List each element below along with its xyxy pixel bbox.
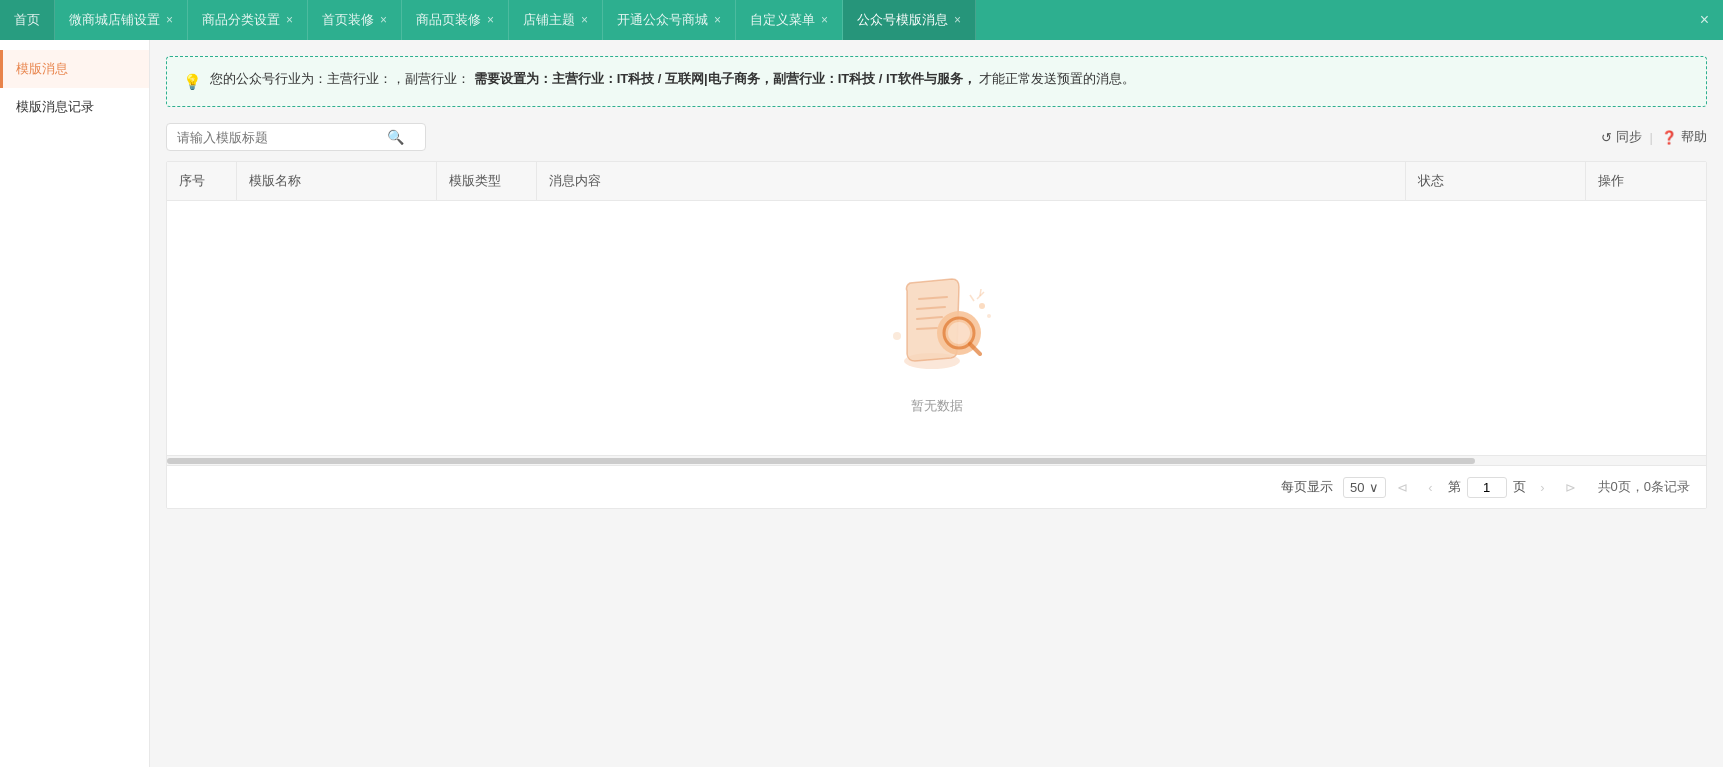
search-icon[interactable]: 🔍 xyxy=(387,129,404,145)
nav-tab-product-category-close[interactable]: × xyxy=(286,14,293,26)
page-label-before: 第 xyxy=(1448,478,1461,496)
th-content: 消息内容 xyxy=(537,162,1406,200)
page-size-select[interactable]: 50 ∨ xyxy=(1343,477,1385,498)
nav-tab-homepage-decor-label: 首页装修 xyxy=(322,11,374,29)
svg-point-10 xyxy=(987,314,991,318)
nav-tab-custom-menu-label: 自定义菜单 xyxy=(750,11,815,29)
nav-tab-open-mall-label: 开通公众号商城 xyxy=(617,11,708,29)
main-layout: 模版消息 模版消息记录 💡 您的公众号行业为：主营行业：，副营行业： 需要设置为… xyxy=(0,40,1723,767)
page-size-value: 50 xyxy=(1350,480,1364,495)
page-prev-button[interactable]: ‹ xyxy=(1420,476,1442,498)
page-label-after: 页 xyxy=(1513,478,1526,496)
nav-tab-home[interactable]: 首页 xyxy=(0,0,55,40)
page-last-button[interactable]: ⊳ xyxy=(1560,476,1582,498)
th-type: 模版类型 xyxy=(437,162,537,200)
help-button[interactable]: ❓ 帮助 xyxy=(1661,128,1707,146)
pagination: 每页显示 50 ∨ ⊲ ‹ 第 页 › ⊳ 共0页，0条记录 xyxy=(167,465,1706,508)
empty-icon xyxy=(877,261,997,381)
page-input-group: 第 页 xyxy=(1448,477,1526,498)
nav-tab-product-decor-label: 商品页装修 xyxy=(416,11,481,29)
alert-suffix: 才能正常发送预置的消息。 xyxy=(979,71,1135,86)
sidebar-item-template-msg-records[interactable]: 模版消息记录 xyxy=(0,88,149,126)
nav-tab-home-label: 首页 xyxy=(14,11,40,29)
alert-prefix: 您的公众号行业为：主营行业：，副营行业： xyxy=(210,71,470,86)
search-input-wrap: 🔍 xyxy=(166,123,426,151)
svg-line-14 xyxy=(970,295,974,301)
page-first-button[interactable]: ⊲ xyxy=(1392,476,1414,498)
sync-button[interactable]: ↺ 同步 xyxy=(1601,128,1642,146)
svg-point-11 xyxy=(893,332,901,340)
nav-tab-product-category[interactable]: 商品分类设置 × xyxy=(188,0,308,40)
th-action: 操作 xyxy=(1586,162,1706,200)
sidebar-item-template-msg[interactable]: 模版消息 xyxy=(0,50,149,88)
search-input[interactable] xyxy=(177,130,387,145)
empty-text: 暂无数据 xyxy=(911,397,963,415)
search-bar: 🔍 ↺ 同步 | ❓ 帮助 xyxy=(166,123,1707,151)
sidebar-item-template-msg-label: 模版消息 xyxy=(16,61,68,76)
nav-tab-wshop-close[interactable]: × xyxy=(166,14,173,26)
nav-tab-open-mall-close[interactable]: × xyxy=(714,14,721,26)
nav-tab-open-mall[interactable]: 开通公众号商城 × xyxy=(603,0,736,40)
svg-point-7 xyxy=(948,322,970,344)
empty-state: 暂无数据 xyxy=(167,201,1706,455)
svg-point-9 xyxy=(979,303,985,309)
toolbar-right: ↺ 同步 | ❓ 帮助 xyxy=(1601,128,1707,146)
page-number-input[interactable] xyxy=(1467,477,1507,498)
alert-box: 💡 您的公众号行业为：主营行业：，副营行业： 需要设置为：主营行业：IT科技 /… xyxy=(166,56,1707,107)
chevron-down-icon: ∨ xyxy=(1369,480,1379,495)
sidebar: 模版消息 模版消息记录 xyxy=(0,40,150,767)
nav-tab-shop-theme-close[interactable]: × xyxy=(581,14,588,26)
close-all-button[interactable]: × xyxy=(1686,0,1723,40)
total-text: 共0页，0条记录 xyxy=(1598,478,1690,496)
nav-tab-template-msg-close[interactable]: × xyxy=(954,14,961,26)
th-name: 模版名称 xyxy=(237,162,437,200)
refresh-icon: ↺ xyxy=(1601,130,1612,145)
page-size-label: 每页显示 xyxy=(1281,478,1333,496)
svg-line-13 xyxy=(980,289,981,296)
page-next-button[interactable]: › xyxy=(1532,476,1554,498)
nav-tab-product-decor[interactable]: 商品页装修 × xyxy=(402,0,509,40)
th-status: 状态 xyxy=(1406,162,1586,200)
nav-tab-product-category-label: 商品分类设置 xyxy=(202,11,280,29)
horizontal-scrollbar[interactable] xyxy=(167,455,1706,465)
scrollbar-thumb[interactable] xyxy=(167,458,1475,464)
sync-label: 同步 xyxy=(1616,128,1642,146)
nav-tab-template-msg[interactable]: 公众号模版消息 × xyxy=(843,0,976,40)
alert-icon: 💡 xyxy=(183,70,202,94)
nav-tab-template-msg-label: 公众号模版消息 xyxy=(857,11,948,29)
th-seq: 序号 xyxy=(167,162,237,200)
content-area: 💡 您的公众号行业为：主营行业：，副营行业： 需要设置为：主营行业：IT科技 /… xyxy=(150,40,1723,767)
alert-text: 您的公众号行业为：主营行业：，副营行业： 需要设置为：主营行业：IT科技 / 互… xyxy=(210,69,1135,90)
table-header: 序号 模版名称 模版类型 消息内容 状态 操作 xyxy=(167,162,1706,201)
nav-tab-wshop-settings[interactable]: 微商城店铺设置 × xyxy=(55,0,188,40)
nav-tab-custom-menu-close[interactable]: × xyxy=(821,14,828,26)
sidebar-item-template-msg-records-label: 模版消息记录 xyxy=(16,99,94,114)
data-table: 序号 模版名称 模版类型 消息内容 状态 操作 xyxy=(166,161,1707,509)
nav-tab-custom-menu[interactable]: 自定义菜单 × xyxy=(736,0,843,40)
nav-tab-homepage-decor[interactable]: 首页装修 × xyxy=(308,0,402,40)
nav-tab-shop-theme[interactable]: 店铺主题 × xyxy=(509,0,603,40)
help-label: 帮助 xyxy=(1681,128,1707,146)
toolbar-divider: | xyxy=(1650,130,1653,145)
nav-tab-shop-theme-label: 店铺主题 xyxy=(523,11,575,29)
help-icon: ❓ xyxy=(1661,130,1677,145)
nav-tab-product-decor-close[interactable]: × xyxy=(487,14,494,26)
alert-highlight: 需要设置为：主营行业：IT科技 / 互联网|电子商务，副营行业：IT科技 / I… xyxy=(474,71,976,86)
nav-tab-wshop-label: 微商城店铺设置 xyxy=(69,11,160,29)
top-nav: 首页 微商城店铺设置 × 商品分类设置 × 首页装修 × 商品页装修 × 店铺主… xyxy=(0,0,1723,40)
svg-line-4 xyxy=(917,328,937,329)
nav-tab-homepage-decor-close[interactable]: × xyxy=(380,14,387,26)
